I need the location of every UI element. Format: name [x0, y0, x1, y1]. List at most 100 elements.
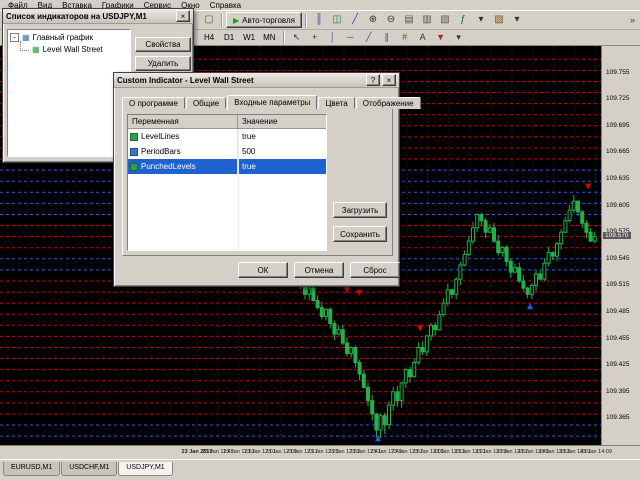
templates-dropdown-icon[interactable]: ▾ — [507, 12, 526, 28]
candle-body — [513, 267, 517, 273]
toolbar-separator — [282, 31, 285, 44]
price-label: 109.425 — [606, 361, 630, 369]
toolbar-overflow-icon[interactable]: » — [630, 15, 638, 25]
crosshair-icon[interactable]: + — [305, 31, 324, 44]
timeframe-w1-button[interactable]: W1 — [239, 30, 260, 45]
indicators-dropdown-icon[interactable]: ▾ — [471, 12, 490, 28]
param-name: PunchedLevels — [128, 159, 238, 174]
candle-body — [332, 323, 337, 335]
indicators-icon[interactable]: ƒ — [453, 12, 472, 28]
column-divider — [238, 129, 239, 250]
candle-body — [441, 302, 446, 316]
candle-body — [357, 362, 362, 375]
candle-body — [403, 369, 408, 384]
candle-body — [382, 415, 387, 426]
candle-body — [345, 342, 349, 355]
arrows-icon[interactable]: ▼ — [431, 31, 450, 44]
price-label: 109.755 — [606, 68, 630, 76]
candle-body — [391, 391, 396, 406]
cascade-windows-icon[interactable]: ▧ — [435, 12, 454, 28]
properties-button[interactable]: Свойства — [135, 37, 191, 52]
tile-horizontal-icon[interactable]: ▤ — [399, 12, 418, 28]
save-button[interactable]: Сохранить — [333, 226, 387, 242]
help-icon[interactable]: ? — [366, 74, 380, 86]
candle-body — [408, 369, 412, 378]
timeframe-h4-button[interactable]: H4 — [199, 30, 220, 45]
close-icon[interactable]: × — [382, 74, 396, 86]
ok-button[interactable]: ОК — [238, 262, 288, 278]
chart-tab-usdjpy-m1[interactable]: USDJPY,M1 — [118, 462, 173, 476]
param-row-levellines[interactable]: LevelLines true — [128, 129, 326, 144]
timeframe-d1-button[interactable]: D1 — [219, 30, 240, 45]
collapse-icon[interactable]: - — [10, 33, 19, 42]
custom-indicator-titlebar[interactable]: Custom Indicator - Level Wall Street ? × — [114, 73, 399, 88]
channel-icon[interactable]: ∥ — [377, 31, 396, 44]
candle-body — [576, 200, 580, 213]
line-chart-icon[interactable]: ╱ — [345, 12, 364, 28]
reset-button[interactable]: Сброс — [350, 262, 400, 278]
close-icon[interactable]: × — [176, 10, 190, 22]
tab-inputs[interactable]: Входные параметры — [227, 95, 318, 110]
bar-chart-icon[interactable]: ║ — [309, 12, 328, 28]
timeframe-mn-button[interactable]: MN — [259, 30, 280, 45]
delete-button[interactable]: Удалить — [135, 56, 191, 71]
tab-about[interactable]: О программе — [122, 97, 185, 109]
candle-body — [475, 214, 480, 229]
table-header-row: Переменная Значение — [128, 115, 326, 129]
load-button[interactable]: Загрузить — [333, 202, 387, 218]
full-screen-icon[interactable]: ▢ — [200, 12, 218, 28]
cancel-button[interactable]: Отмена — [294, 262, 344, 278]
time-label: 23 Jan 14:09 — [580, 449, 612, 455]
candle-body — [374, 413, 379, 431]
candle-body — [433, 324, 438, 331]
price-label: 109.665 — [606, 148, 630, 156]
tab-common[interactable]: Общие — [185, 97, 227, 109]
zoom-out-icon[interactable]: ⊖ — [381, 12, 400, 28]
indicator-list-titlebar[interactable]: Список индикаторов на USDJPY,M1 × — [3, 9, 193, 24]
param-value: true — [242, 132, 256, 141]
candle-body — [324, 308, 328, 317]
tile-vertical-icon[interactable]: ▥ — [417, 12, 436, 28]
custom-indicator-dialog: Custom Indicator - Level Wall Street ? ×… — [113, 72, 421, 287]
horizontal-line-icon[interactable]: ─ — [341, 31, 360, 44]
candle-chart-icon[interactable]: ◫ — [327, 12, 346, 28]
candle-body — [353, 347, 358, 364]
price-label: 109.515 — [606, 281, 630, 289]
dialog-title: Список индикаторов на USDJPY,M1 — [6, 11, 147, 21]
candle-body — [319, 307, 324, 318]
vertical-line-icon[interactable]: │ — [323, 31, 342, 44]
candle-body — [424, 335, 429, 353]
candle-body — [584, 222, 589, 233]
param-row-periodbars[interactable]: PeriodBars 500 — [128, 144, 326, 159]
trendline-icon[interactable]: ╱ — [359, 31, 378, 44]
tab-colors[interactable]: Цвета — [318, 97, 355, 109]
param-row-punchedlevels[interactable]: PunchedLevels true — [128, 159, 326, 174]
candle-body — [458, 264, 463, 280]
cursor-icon[interactable]: ↖ — [287, 31, 306, 44]
candle-body — [416, 347, 421, 364]
candle-body — [534, 273, 538, 286]
line-studies-group: ↖ + │ ─ ╱ ∥ # A ▼ ▾ — [287, 31, 468, 44]
templates-icon[interactable]: ▨ — [489, 12, 508, 28]
chart-tab-eurusd-m1[interactable]: EURUSD,M1 — [3, 462, 61, 476]
candle-body — [378, 415, 383, 431]
toolbar-separator — [221, 13, 223, 27]
tree-item-label: Главный график — [32, 33, 94, 42]
price-label: 109.455 — [606, 334, 630, 342]
candle-body — [399, 382, 404, 402]
chart-tab-usdchf-m1[interactable]: USDCHF,M1 — [61, 462, 118, 476]
candle-body — [567, 209, 572, 222]
tree-item-level-wall-street[interactable]: ▦ Level Wall Street — [8, 40, 130, 54]
menu-help[interactable]: Справка — [206, 0, 245, 11]
objects-dropdown-icon[interactable]: ▾ — [449, 31, 468, 44]
current-price-label: 109.570 — [603, 231, 631, 239]
tab-visualization[interactable]: Отображение — [355, 97, 421, 109]
fibonacci-icon[interactable]: # — [395, 31, 414, 44]
text-label-icon[interactable]: A — [413, 31, 432, 44]
candle-body — [315, 300, 320, 309]
price-label: 109.635 — [606, 175, 630, 182]
zoom-in-icon[interactable]: ⊕ — [363, 12, 382, 28]
signal-arrow-up — [527, 303, 533, 310]
autotrade-button[interactable]: ▶ Авто-торговля — [226, 12, 302, 28]
time-axis: 23 Jan 2019 23 Jan 11:45 23 Jan 11:53 23 Ja… — [0, 445, 640, 459]
